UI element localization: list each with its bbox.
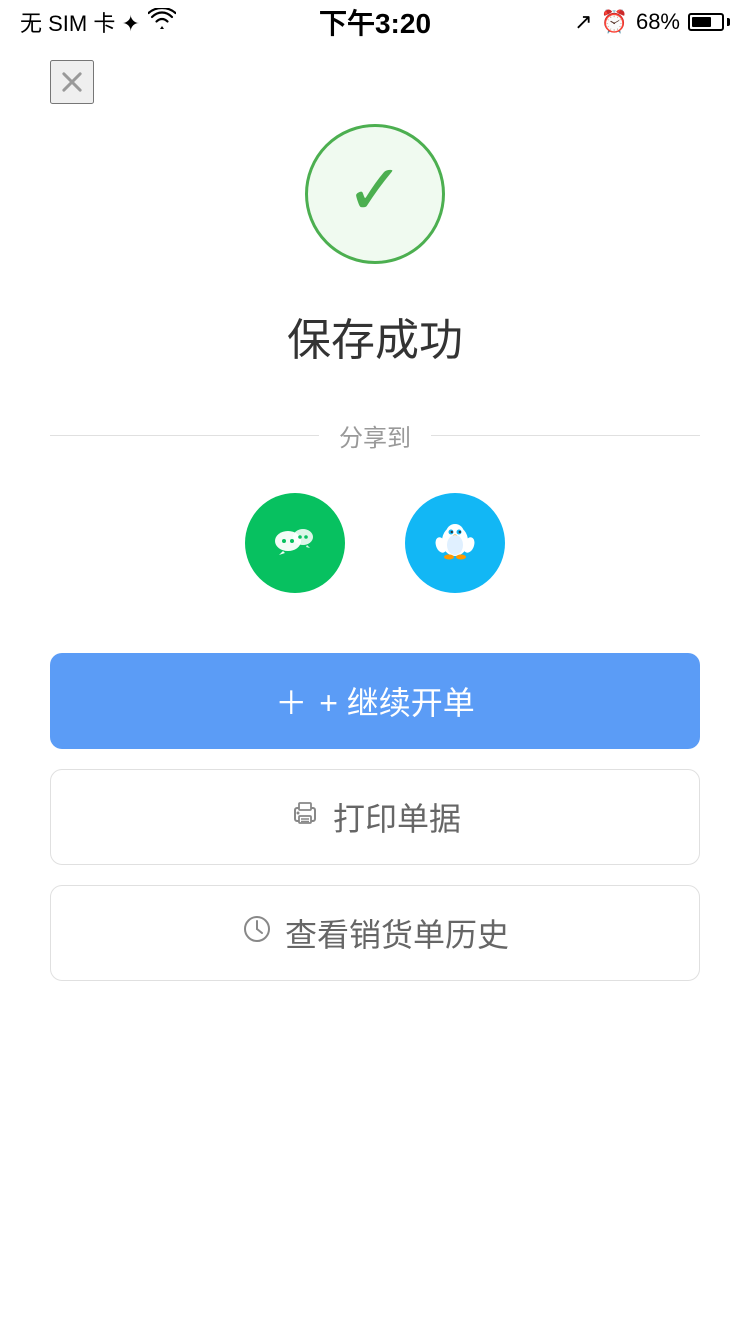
no-sim-text: 无 SIM 卡 ✦ bbox=[20, 6, 140, 38]
location-icon: ↗ bbox=[574, 9, 592, 35]
plus-icon: ＋ bbox=[275, 678, 307, 724]
share-icons-row bbox=[50, 493, 700, 593]
share-qq-button[interactable] bbox=[405, 493, 505, 593]
share-label: 分享到 bbox=[339, 418, 411, 453]
history-button[interactable]: 查看销货单历史 bbox=[50, 885, 700, 981]
success-icon-circle: ✓ bbox=[305, 124, 445, 264]
action-buttons: ＋ + 继续开单 打印单据 bbox=[0, 653, 750, 981]
status-left: 无 SIM 卡 ✦ bbox=[20, 6, 176, 38]
share-section: 分享到 bbox=[0, 418, 750, 653]
alarm-icon: ⏰ bbox=[601, 9, 628, 35]
clock-icon bbox=[241, 913, 273, 953]
wifi-icon bbox=[148, 8, 176, 36]
continue-order-label: + 继续开单 bbox=[319, 678, 475, 724]
battery-icon bbox=[688, 13, 730, 31]
print-label: 打印单据 bbox=[333, 794, 461, 840]
checkmark-icon: ✓ bbox=[346, 155, 405, 225]
battery-percent: 68% bbox=[636, 9, 680, 35]
close-button[interactable] bbox=[50, 60, 94, 104]
status-right: ↗ ⏰ 68% bbox=[574, 9, 730, 35]
success-title: 保存成功 bbox=[287, 304, 463, 368]
status-time: 下午3:20 bbox=[319, 2, 431, 42]
share-divider: 分享到 bbox=[50, 418, 700, 453]
printer-icon bbox=[289, 797, 321, 837]
share-wechat-button[interactable] bbox=[245, 493, 345, 593]
history-label: 查看销货单历史 bbox=[285, 910, 509, 956]
main-content: ✓ 保存成功 分享到 bbox=[0, 44, 750, 981]
continue-order-button[interactable]: ＋ + 继续开单 bbox=[50, 653, 700, 749]
divider-left bbox=[50, 435, 319, 436]
divider-right bbox=[431, 435, 700, 436]
print-button[interactable]: 打印单据 bbox=[50, 769, 700, 865]
status-bar: 无 SIM 卡 ✦ 下午3:20 ↗ ⏰ 68% bbox=[0, 0, 750, 44]
